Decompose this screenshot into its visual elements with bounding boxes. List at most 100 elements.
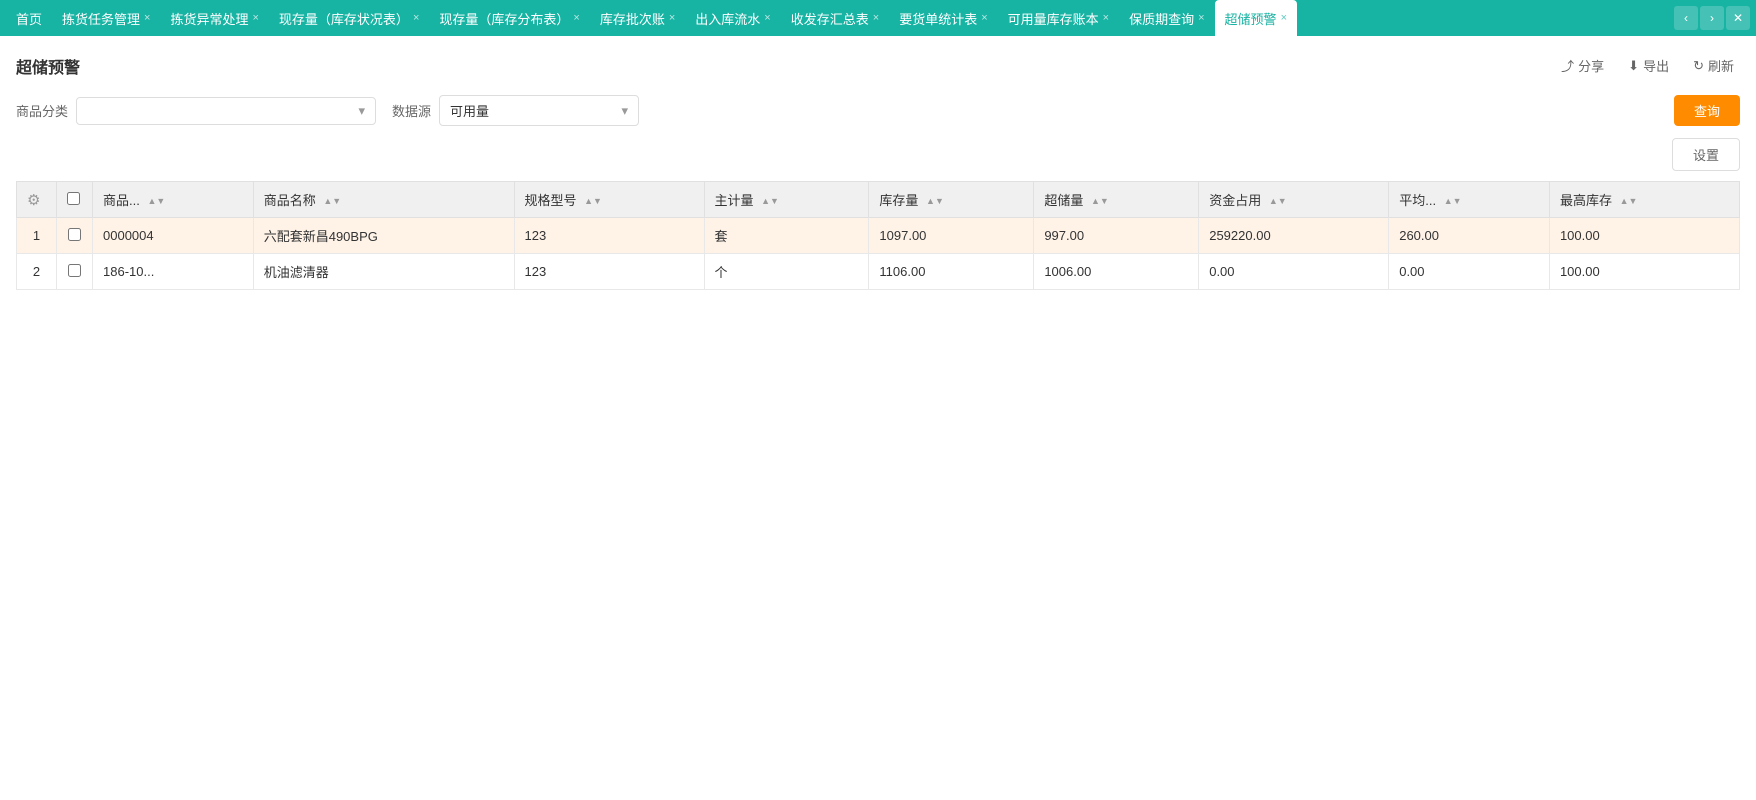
settings-gear-icon[interactable]: ⚙ — [27, 192, 40, 209]
sort-icon-overstock: ▲▼ — [1091, 197, 1109, 206]
close-icon-overstock[interactable]: × — [1281, 12, 1287, 24]
settings-button[interactable]: 设置 — [1672, 138, 1740, 171]
col-product-name[interactable]: 商品名称 ▲▼ — [253, 182, 514, 218]
row-num: 2 — [17, 254, 57, 290]
sort-icon-stock: ▲▼ — [926, 197, 944, 206]
close-icon-available[interactable]: × — [1103, 12, 1109, 24]
close-icon-batch[interactable]: × — [669, 12, 675, 24]
nav-item-overstock[interactable]: 超储预警 × — [1215, 0, 1297, 36]
nav-item-task[interactable]: 拣货任务管理 × — [52, 0, 160, 36]
nav-item-summary[interactable]: 收发存汇总表 × — [781, 0, 889, 36]
sort-icon-spec: ▲▼ — [584, 197, 602, 206]
data-table: ⚙ 商品... ▲▼ 商品名称 ▲▼ 规格型号 ▲▼ 主计 — [16, 181, 1740, 290]
unit: 套 — [704, 218, 869, 254]
share-icon: ⤴ — [1561, 56, 1574, 75]
product-name: 机油滤清器 — [253, 254, 514, 290]
category-select[interactable]: ▾ — [76, 97, 376, 125]
close-icon-summary[interactable]: × — [873, 12, 879, 24]
col-checkbox — [57, 182, 93, 218]
col-unit[interactable]: 主计量 ▲▼ — [704, 182, 869, 218]
page-content: 超储预警 ⤴ 分享 ⬇ 导出 ↻ 刷新 商品分类 ▾ 数据源 — [0, 36, 1756, 800]
share-button[interactable]: ⤴ 分享 — [1555, 52, 1610, 79]
overstock: 997.00 — [1034, 218, 1199, 254]
refresh-icon: ↻ — [1693, 58, 1704, 74]
nav-next-button[interactable]: › — [1700, 6, 1724, 30]
query-button[interactable]: 查询 — [1674, 95, 1740, 126]
select-all-checkbox[interactable] — [67, 192, 80, 205]
product-code: 0000004 — [93, 218, 254, 254]
col-settings: ⚙ — [17, 182, 57, 218]
row-checkbox[interactable] — [68, 228, 81, 241]
nav-close-button[interactable]: ✕ — [1726, 6, 1750, 30]
sort-icon-avg: ▲▼ — [1444, 197, 1462, 206]
sort-icon-unit: ▲▼ — [761, 197, 779, 206]
page-title: 超储预警 — [16, 54, 80, 78]
nav-item-inout[interactable]: 出入库流水 × — [685, 0, 780, 36]
stock: 1097.00 — [869, 218, 1034, 254]
nav-item-abnormal[interactable]: 拣货异常处理 × — [160, 0, 268, 36]
page-header: 超储预警 ⤴ 分享 ⬇ 导出 ↻ 刷新 — [16, 52, 1740, 79]
nav-item-home[interactable]: 首页 — [6, 0, 52, 36]
spec: 123 — [514, 254, 704, 290]
overstock: 1006.00 — [1034, 254, 1199, 290]
nav-item-stock-status[interactable]: 现存量（库存状况表） × — [269, 0, 429, 36]
datasource-value: 可用量 — [450, 101, 489, 120]
nav-item-available[interactable]: 可用量库存账本 × — [998, 0, 1119, 36]
row-num: 1 — [17, 218, 57, 254]
capital: 0.00 — [1199, 254, 1389, 290]
nav-arrows: ‹ › ✕ — [1674, 6, 1750, 30]
avg: 0.00 — [1389, 254, 1550, 290]
close-icon-stock-status[interactable]: × — [413, 12, 419, 24]
sort-icon-capital: ▲▼ — [1269, 197, 1287, 206]
category-filter-group: 商品分类 ▾ — [16, 97, 376, 125]
max-stock: 100.00 — [1549, 218, 1739, 254]
datasource-select[interactable]: 可用量 ▾ — [439, 95, 639, 126]
col-stock[interactable]: 库存量 ▲▼ — [869, 182, 1034, 218]
col-max-stock[interactable]: 最高库存 ▲▼ — [1549, 182, 1739, 218]
filter-actions: 查询 — [1674, 95, 1740, 126]
close-icon-inout[interactable]: × — [764, 12, 770, 24]
row-checkbox-cell — [57, 254, 93, 290]
chevron-down-icon: ▾ — [358, 103, 365, 119]
stock: 1106.00 — [869, 254, 1034, 290]
nav-item-order-stat[interactable]: 要货单统计表 × — [889, 0, 997, 36]
nav-item-stock-dist[interactable]: 现存量（库存分布表） × — [429, 0, 589, 36]
col-product-code[interactable]: 商品... ▲▼ — [93, 182, 254, 218]
col-capital[interactable]: 资金占用 ▲▼ — [1199, 182, 1389, 218]
table-row: 2 186-10... 机油滤清器 123 个 1106.00 1006.00 … — [17, 254, 1740, 290]
product-name: 六配套新昌490BPG — [253, 218, 514, 254]
refresh-button[interactable]: ↻ 刷新 — [1687, 52, 1740, 79]
table-row: 1 0000004 六配套新昌490BPG 123 套 1097.00 997.… — [17, 218, 1740, 254]
sort-icon-max-stock: ▲▼ — [1620, 197, 1638, 206]
product-code: 186-10... — [93, 254, 254, 290]
chevron-down-icon-ds: ▾ — [622, 103, 629, 119]
table-body: 1 0000004 六配套新昌490BPG 123 套 1097.00 997.… — [17, 218, 1740, 290]
close-icon-expiry[interactable]: × — [1198, 12, 1204, 24]
nav-prev-button[interactable]: ‹ — [1674, 6, 1698, 30]
row-checkbox[interactable] — [68, 264, 81, 277]
top-nav: 首页 拣货任务管理 × 拣货异常处理 × 现存量（库存状况表） × 现存量（库存… — [0, 0, 1756, 36]
nav-item-expiry[interactable]: 保质期查询 × — [1119, 0, 1214, 36]
datasource-filter-group: 数据源 可用量 ▾ — [392, 95, 639, 126]
col-overstock[interactable]: 超储量 ▲▼ — [1034, 182, 1199, 218]
col-avg[interactable]: 平均... ▲▼ — [1389, 182, 1550, 218]
close-icon-stock-dist[interactable]: × — [573, 12, 579, 24]
export-icon: ⬇ — [1628, 58, 1639, 74]
spec: 123 — [514, 218, 704, 254]
col-spec[interactable]: 规格型号 ▲▼ — [514, 182, 704, 218]
datasource-label: 数据源 — [392, 101, 431, 120]
close-icon-task[interactable]: × — [144, 12, 150, 24]
filter-row: 商品分类 ▾ 数据源 可用量 ▾ 查询 — [16, 95, 1740, 126]
sort-icon-name: ▲▼ — [323, 197, 341, 206]
max-stock: 100.00 — [1549, 254, 1739, 290]
table-header-row: ⚙ 商品... ▲▼ 商品名称 ▲▼ 规格型号 ▲▼ 主计 — [17, 182, 1740, 218]
category-label: 商品分类 — [16, 101, 68, 120]
nav-item-batch[interactable]: 库存批次账 × — [590, 0, 685, 36]
avg: 260.00 — [1389, 218, 1550, 254]
page-actions: ⤴ 分享 ⬇ 导出 ↻ 刷新 — [1555, 52, 1740, 79]
row-checkbox-cell — [57, 218, 93, 254]
export-button[interactable]: ⬇ 导出 — [1622, 52, 1675, 79]
close-icon-order-stat[interactable]: × — [981, 12, 987, 24]
close-icon-abnormal[interactable]: × — [252, 12, 258, 24]
sort-icon-code: ▲▼ — [147, 197, 165, 206]
